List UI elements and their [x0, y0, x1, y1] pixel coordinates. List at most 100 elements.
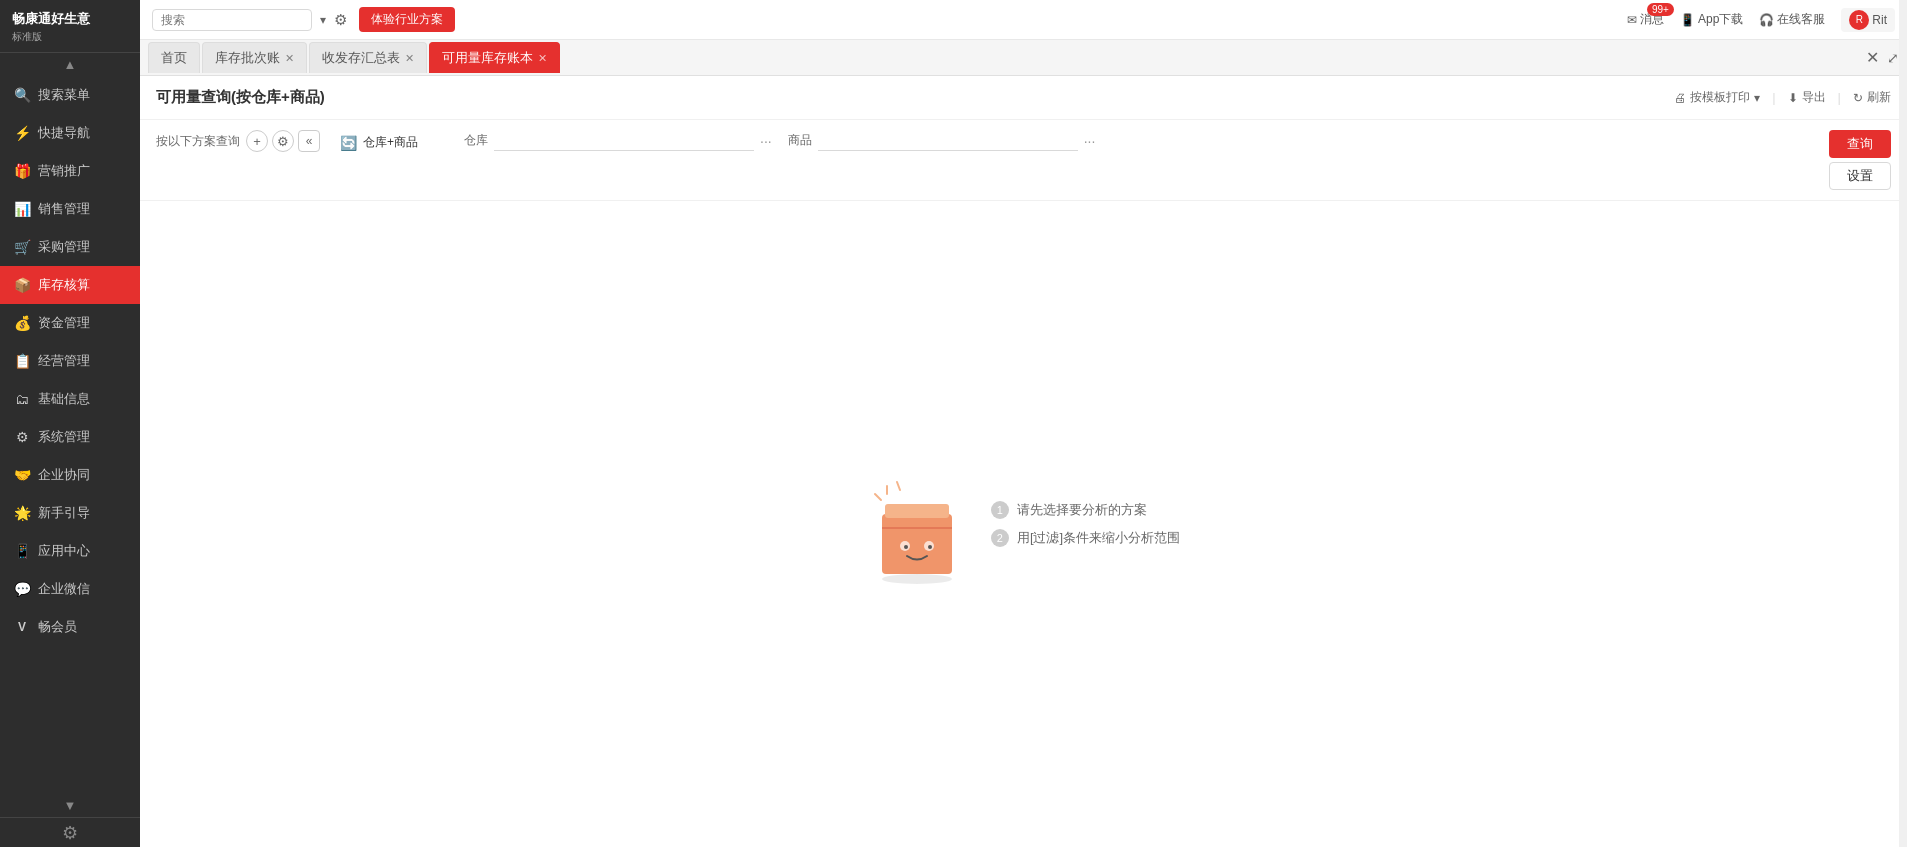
svg-point-6: [904, 545, 908, 549]
sidebar-item-label: 营销推广: [38, 162, 90, 180]
content-area: 1 请先选择要分析的方案 2 用[过滤]条件来缩小分析范围: [140, 201, 1907, 847]
manage-scheme-btn[interactable]: ⚙: [272, 130, 294, 152]
tab-available-close[interactable]: ✕: [538, 52, 547, 65]
empty-hint-2: 2 用[过滤]条件来缩小分析范围: [991, 529, 1180, 547]
hint-text-1: 请先选择要分析的方案: [1017, 501, 1147, 519]
tab-batch-close[interactable]: ✕: [285, 52, 294, 65]
svg-line-8: [875, 494, 881, 500]
scheme-item-warehouse-product[interactable]: 🔄 仓库+商品: [332, 130, 452, 155]
cart-icon: 🛒: [14, 239, 30, 255]
tab-available-label: 可用量库存账本: [442, 49, 533, 67]
sidebar-item-guide[interactable]: 🌟 新手引导: [0, 494, 140, 532]
search-input[interactable]: [152, 9, 312, 31]
sidebar-item-inventory[interactable]: 📦 库存核算: [0, 266, 140, 304]
product-input[interactable]: [818, 130, 1078, 151]
svg-point-0: [882, 574, 952, 584]
print-dropdown-icon[interactable]: ▾: [1754, 91, 1760, 105]
empty-hint-1: 1 请先选择要分析的方案: [991, 501, 1180, 519]
message-icon: ✉: [1627, 13, 1637, 27]
tab-summary-label: 收发存汇总表: [322, 49, 400, 67]
sidebar-item-finance[interactable]: 💰 资金管理: [0, 304, 140, 342]
print-btn[interactable]: 🖨 按模板打印 ▾: [1674, 89, 1760, 106]
service-label: 在线客服: [1777, 11, 1825, 28]
export-btn[interactable]: ⬇ 导出: [1788, 89, 1826, 106]
user-menu[interactable]: R Rit: [1841, 8, 1895, 32]
tab-summary[interactable]: 收发存汇总表 ✕: [309, 42, 427, 73]
hint-num-2: 2: [991, 529, 1009, 547]
sidebar-item-shortcut[interactable]: ⚡ 快捷导航: [0, 114, 140, 152]
warehouse-filter-label: 仓库: [464, 132, 488, 149]
sidebar-item-marketing[interactable]: 🎁 营销推广: [0, 152, 140, 190]
tab-home[interactable]: 首页: [148, 42, 200, 73]
print-icon: 🖨: [1674, 91, 1686, 105]
page-header: 可用量查询(按仓库+商品) 🖨 按模板打印 ▾ | ⬇ 导出 | ↻ 刷新: [140, 76, 1907, 120]
warehouse-more-icon[interactable]: ···: [760, 133, 772, 149]
sidebar-item-sales[interactable]: 📊 销售管理: [0, 190, 140, 228]
money-icon: 💰: [14, 315, 30, 331]
print-label: 按模板打印: [1690, 89, 1750, 106]
topbar-right: ✉ 消息 99+ 📱 App下载 🎧 在线客服 R Rit: [1627, 8, 1895, 32]
right-scrollbar: [1899, 0, 1907, 847]
sidebar: 畅康通好生意 标准版 ▲ 🔍 搜索菜单 ⚡ 快捷导航 🎁 营销推广 📊 销售管理…: [0, 0, 140, 847]
sidebar-item-search[interactable]: 🔍 搜索菜单: [0, 76, 140, 114]
online-service-btn[interactable]: 🎧 在线客服: [1759, 11, 1825, 28]
folder-icon: 🗂: [14, 391, 30, 407]
query-btn[interactable]: 查询: [1829, 130, 1891, 158]
flash-icon: ⚡: [14, 125, 30, 141]
sidebar-scroll-down[interactable]: ▼: [0, 794, 140, 817]
sidebar-item-label: 快捷导航: [38, 124, 90, 142]
sidebar-logo: 畅康通好生意 标准版: [0, 0, 140, 53]
close-tab-btn[interactable]: ✕: [1866, 48, 1879, 67]
svg-rect-1: [882, 514, 952, 574]
app-download-label: App下载: [1698, 11, 1743, 28]
warehouse-input[interactable]: [494, 130, 754, 151]
expand-btn[interactable]: ⤢: [1887, 50, 1899, 66]
product-more-icon[interactable]: ···: [1084, 133, 1096, 149]
phone-download-icon: 📱: [1680, 13, 1695, 27]
product-filter-label: 商品: [788, 132, 812, 149]
topbar-dropdown-icon[interactable]: ▾: [320, 13, 326, 27]
sidebar-item-label: 新手引导: [38, 504, 90, 522]
sidebar-item-member[interactable]: V 畅会员: [0, 608, 140, 646]
sidebar-item-purchase[interactable]: 🛒 采购管理: [0, 228, 140, 266]
sidebar-item-system[interactable]: ⚙ 系统管理: [0, 418, 140, 456]
hint-text-2: 用[过滤]条件来缩小分析范围: [1017, 529, 1180, 547]
tabs-actions: ✕ ⤢: [1866, 48, 1899, 67]
refresh-btn[interactable]: ↻ 刷新: [1853, 89, 1891, 106]
sidebar-item-appstore[interactable]: 📱 应用中心: [0, 532, 140, 570]
star-icon: 🌟: [14, 505, 30, 521]
sidebar-item-operation[interactable]: 📋 经营管理: [0, 342, 140, 380]
username-label: Rit: [1872, 13, 1887, 27]
sidebar-item-label: 基础信息: [38, 390, 90, 408]
chart-icon: 📊: [14, 201, 30, 217]
tab-summary-close[interactable]: ✕: [405, 52, 414, 65]
svg-point-7: [928, 545, 932, 549]
sidebar-item-label: 系统管理: [38, 428, 90, 446]
scheme-label: 按以下方案查询: [156, 133, 240, 150]
settings-bottom-icon[interactable]: ⚙: [62, 822, 78, 844]
tab-batch[interactable]: 库存批次账 ✕: [202, 42, 307, 73]
sidebar-item-label: 企业协同: [38, 466, 90, 484]
sidebar-item-enterprise[interactable]: 🤝 企业协同: [0, 456, 140, 494]
sidebar-item-label: 畅会员: [38, 618, 77, 636]
sidebar-menu: 🔍 搜索菜单 ⚡ 快捷导航 🎁 营销推广 📊 销售管理 🛒 采购管理 📦 库存核…: [0, 76, 140, 794]
app-download-btn[interactable]: 📱 App下载: [1680, 11, 1743, 28]
settings-btn[interactable]: 设置: [1829, 162, 1891, 190]
sidebar-item-basic[interactable]: 🗂 基础信息: [0, 380, 140, 418]
svg-line-10: [897, 482, 900, 490]
topbar-gear-icon[interactable]: ⚙: [334, 11, 347, 29]
collapse-scheme-btn[interactable]: «: [298, 130, 320, 152]
clipboard-icon: 📋: [14, 353, 30, 369]
headset-icon: 🎧: [1759, 13, 1774, 27]
message-btn[interactable]: ✉ 消息 99+: [1627, 11, 1664, 28]
industry-btn[interactable]: 体验行业方案: [359, 7, 455, 32]
query-scheme: 按以下方案查询 + ⚙ «: [156, 130, 320, 152]
sidebar-item-label: 企业微信: [38, 580, 90, 598]
sidebar-item-wechat[interactable]: 💬 企业微信: [0, 570, 140, 608]
tab-available[interactable]: 可用量库存账本 ✕: [429, 42, 560, 73]
sidebar-scroll-up[interactable]: ▲: [0, 53, 140, 76]
add-scheme-btn[interactable]: +: [246, 130, 268, 152]
export-label: 导出: [1802, 89, 1826, 106]
export-icon: ⬇: [1788, 91, 1798, 105]
divider2: |: [1838, 90, 1841, 105]
